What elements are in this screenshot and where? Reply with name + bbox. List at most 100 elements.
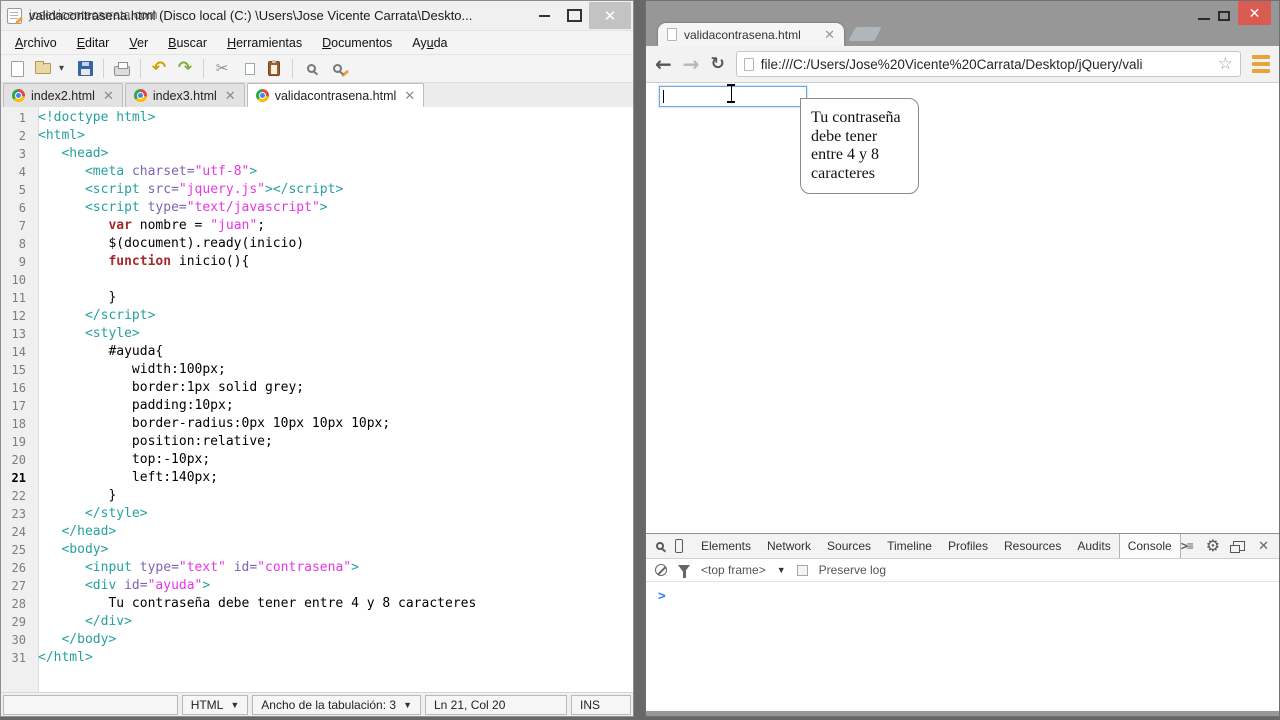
maximize-button[interactable] [1218, 10, 1230, 21]
copy-icon [241, 60, 255, 75]
language-select[interactable]: HTML ▼ [181, 694, 249, 715]
tab-close-icon[interactable]: ✕ [404, 88, 415, 104]
editor-tab-validacontrasena.html[interactable]: validacontrasena.html ✕ [246, 83, 425, 107]
clear-console-icon[interactable] [655, 564, 667, 576]
browser-tab-strip: validacontrasena.html ✕ [646, 23, 1279, 46]
chrome-menu-button[interactable] [1252, 54, 1270, 74]
tab-close-icon[interactable]: ✕ [824, 27, 835, 43]
code-line[interactable]: 23 </style> [1, 505, 633, 523]
preserve-log-checkbox[interactable] [796, 564, 808, 576]
devtools-tab-audits[interactable]: Audits [1069, 534, 1118, 558]
undo-button[interactable]: ↶ [149, 59, 169, 79]
new-document-icon [10, 60, 24, 77]
menu-ayuda[interactable]: Ayuda [402, 33, 457, 53]
paste-button[interactable] [264, 59, 284, 79]
filter-icon[interactable] [678, 564, 690, 578]
close-button[interactable]: ✕ [589, 2, 631, 29]
code-line[interactable]: 15 width:100px; [1, 361, 633, 379]
tab-close-icon[interactable]: ✕ [103, 88, 114, 104]
chevron-down-icon[interactable]: ▼ [777, 565, 786, 575]
cut-button[interactable]: ✂ [212, 59, 232, 79]
code-line[interactable]: 16 border:1px solid grey; [1, 379, 633, 397]
gear-icon[interactable]: ⚙ [1206, 538, 1220, 554]
find-button[interactable] [301, 59, 321, 79]
menu-editar[interactable]: Editar [67, 33, 120, 53]
code-line[interactable]: 4 <meta charset="utf-8"> [1, 163, 633, 181]
inspect-search-icon[interactable] [656, 542, 664, 550]
menu-buscar[interactable]: Buscar [158, 33, 217, 53]
code-line[interactable]: 11 } [1, 289, 633, 307]
code-line[interactable]: 21 left:140px; [1, 469, 633, 487]
code-line[interactable]: 14 #ayuda{ [1, 343, 633, 361]
menu-archivo[interactable]: Archivo [5, 33, 67, 53]
line-number: 3 [18, 147, 26, 161]
devtools-tab-sources[interactable]: Sources [819, 534, 879, 558]
tab-width-select[interactable]: Ancho de la tabulación: 3 ▼ [252, 694, 421, 715]
code-line[interactable]: 2 <html> [1, 127, 633, 145]
open-file-button[interactable] [33, 59, 53, 79]
code-line[interactable]: 29 </div> [1, 613, 633, 631]
copy-button[interactable] [238, 59, 258, 79]
save-button[interactable] [75, 59, 95, 79]
maximize-button[interactable] [559, 3, 589, 29]
code-line[interactable]: 24 </head> [1, 523, 633, 541]
frame-selector[interactable]: <top frame> [701, 563, 766, 577]
devtools-tab-elements[interactable]: Elements [693, 534, 759, 558]
device-mode-icon[interactable] [674, 539, 683, 553]
browser-tab[interactable]: validacontrasena.html ✕ [658, 23, 844, 46]
open-dropdown-icon[interactable]: ▾ [59, 63, 69, 74]
code-line[interactable]: 27 <div id="ayuda"> [1, 577, 633, 595]
code-line[interactable]: 13 <style> [1, 325, 633, 343]
code-line[interactable]: 22 } [1, 487, 633, 505]
tab-close-icon[interactable]: ✕ [225, 88, 236, 104]
devtools-close-icon[interactable]: ✕ [1258, 538, 1269, 554]
code-line[interactable]: 28 Tu contraseña debe tener entre 4 y 8 … [1, 595, 633, 613]
code-line-text: border:1px solid grey; [38, 380, 305, 395]
code-line[interactable]: 30 </body> [1, 631, 633, 649]
new-document-button[interactable] [7, 59, 27, 79]
menu-documentos[interactable]: Documentos [312, 33, 402, 53]
minimize-button[interactable] [1198, 18, 1210, 20]
code-line[interactable]: 31 </html> [1, 649, 633, 667]
devtools-tab-profiles[interactable]: Profiles [940, 534, 996, 558]
address-bar[interactable]: file:///C:/Users/Jose%20Vicente%20Carrat… [735, 51, 1241, 77]
editor-tab-index3.html[interactable]: index3.html ✕ [124, 83, 245, 107]
devtools-tab-console[interactable]: Console [1118, 534, 1181, 558]
code-line-text: function inicio(){ [108, 254, 250, 269]
code-line[interactable]: 10 [1, 271, 633, 289]
console-output[interactable]: > [646, 582, 1279, 711]
console-drawer-icon[interactable]: >≡ [1181, 539, 1194, 553]
code-line[interactable]: 20 top:-10px; [1, 451, 633, 469]
code-line[interactable]: 17 padding:10px; [1, 397, 633, 415]
close-button[interactable]: ✕ [1238, 1, 1271, 25]
code-line[interactable]: 12 </script> [1, 307, 633, 325]
print-button[interactable] [112, 59, 132, 79]
code-line[interactable]: 9 function inicio(){ [1, 253, 633, 271]
back-button[interactable]: ← [655, 54, 672, 74]
code-line[interactable]: 18 border-radius:0px 10px 10px 10px; [1, 415, 633, 433]
code-line[interactable]: 8 $(document).ready(inicio) [1, 235, 633, 253]
code-line[interactable]: 6 <script type="text/javascript"> [1, 199, 633, 217]
code-line[interactable]: 25 <body> [1, 541, 633, 559]
editor-tab-index2.html[interactable]: index2.html ✕ [3, 83, 123, 107]
menu-herramientas[interactable]: Herramientas [217, 33, 312, 53]
devtools-tab-timeline[interactable]: Timeline [879, 534, 940, 558]
code-line[interactable]: 5 <script src="jquery.js"></script> [1, 181, 633, 199]
reload-button[interactable]: ↻ [711, 55, 725, 73]
devtools-tab-network[interactable]: Network [759, 534, 819, 558]
redo-button[interactable]: ↷ [175, 59, 195, 79]
find-replace-button[interactable] [327, 59, 347, 79]
dock-side-icon[interactable] [1230, 541, 1246, 553]
new-tab-button[interactable] [848, 27, 882, 41]
devtools-tab-resources[interactable]: Resources [996, 534, 1069, 558]
code-line[interactable]: 7 var nombre = "juan"; [1, 217, 633, 235]
code-line[interactable]: 1 <!doctype html> [1, 109, 633, 127]
code-area[interactable]: 1 <!doctype html> 2 <html> 3 <head> 4 <meta c… [1, 107, 633, 692]
menu-ver[interactable]: Ver [119, 33, 158, 53]
code-line[interactable]: 19 position:relative; [1, 433, 633, 451]
bookmark-star-icon[interactable]: ☆ [1218, 54, 1233, 74]
toolbar-separator [203, 59, 204, 78]
minimize-button[interactable] [529, 3, 559, 29]
code-line[interactable]: 3 <head> [1, 145, 633, 163]
code-line[interactable]: 26 <input type="text" id="contrasena"> [1, 559, 633, 577]
